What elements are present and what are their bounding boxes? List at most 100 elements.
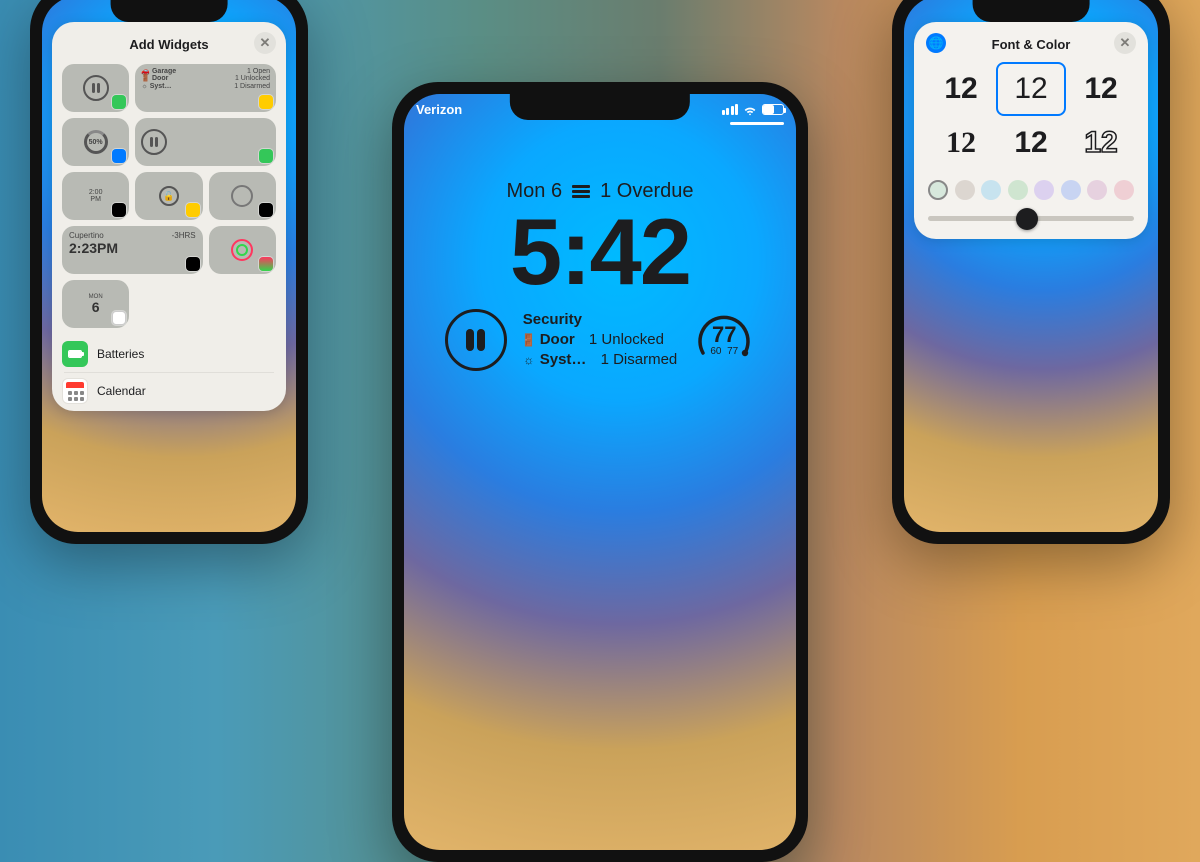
- badge-icon: [186, 203, 200, 217]
- weather-widget[interactable]: 77 60 77: [693, 309, 755, 371]
- home-l3a: ☼ Syst…: [141, 83, 171, 90]
- city-name: Cupertino: [69, 231, 104, 240]
- batteries-app-icon: [62, 341, 88, 367]
- widget-fitness[interactable]: [209, 226, 276, 274]
- panel-header: 🌐 Font & Color ✕: [926, 30, 1136, 58]
- font-option-3[interactable]: 12: [1066, 62, 1136, 116]
- badge-icon: [259, 203, 273, 217]
- weather-arc-icon: [693, 309, 755, 371]
- security-l1b: 1 Unlocked: [589, 330, 664, 350]
- font-option-4[interactable]: 12: [926, 116, 996, 170]
- font-option-2[interactable]: 12: [996, 62, 1066, 116]
- phone-left-screen: Add Widgets ✕ 🚗 Garage1 Open 🚪 Door1 Unl…: [42, 0, 296, 532]
- security-title: Security: [523, 310, 678, 330]
- ring-icon: [231, 185, 253, 207]
- badge-icon: [186, 257, 200, 271]
- carrier-label: Verizon: [416, 102, 462, 117]
- security-l2b: 1 Disarmed: [601, 350, 678, 370]
- airpods-widget[interactable]: [445, 309, 507, 371]
- widget-battery-ring[interactable]: 50%: [62, 118, 129, 166]
- badge-icon: [112, 203, 126, 217]
- app-item-calendar[interactable]: Calendar: [62, 373, 276, 409]
- font-option-1[interactable]: 12: [926, 62, 996, 116]
- battery-icon: [68, 350, 82, 358]
- font-color-panel: 🌐 Font & Color ✕ 12 12 12 12 12 12: [914, 22, 1148, 239]
- wifi-icon: [743, 103, 757, 117]
- airpod-left-icon: [466, 329, 474, 351]
- color-swatch-4[interactable]: [1034, 180, 1054, 200]
- system-icon: ☼: [523, 352, 535, 368]
- color-swatch-6[interactable]: [1087, 180, 1107, 200]
- phone-center: Verizon Mon 6 1 Overdue 5:42 Secu: [392, 82, 808, 862]
- clock-ampm: PM: [89, 196, 103, 203]
- clock-time: 2:00: [89, 189, 103, 196]
- phone-left: Add Widgets ✕ 🚗 Garage1 Open 🚪 Door1 Unl…: [30, 0, 308, 544]
- home-l1b: 1 Open: [247, 68, 270, 75]
- battery-ring-icon: 50%: [84, 130, 108, 154]
- clock-icon: 2:00 PM: [89, 189, 103, 203]
- widget-airpods-long[interactable]: [135, 118, 276, 166]
- stage: Add Widgets ✕ 🚗 Garage1 Open 🚪 Door1 Unl…: [0, 0, 1200, 628]
- widget-home[interactable]: 🚗 Garage1 Open 🚪 Door1 Unlocked ☼ Syst…1…: [135, 64, 276, 112]
- phone-right-screen: 🌐 Font & Color ✕ 12 12 12 12 12 12: [904, 0, 1158, 532]
- font-option-5[interactable]: 12: [996, 116, 1066, 170]
- color-swatch-0[interactable]: [928, 180, 948, 200]
- panel-title: Font & Color: [992, 37, 1071, 52]
- panel-title: Add Widgets: [129, 37, 208, 52]
- phone-right: 🌐 Font & Color ✕ 12 12 12 12 12 12: [892, 0, 1170, 544]
- widget-clock[interactable]: 2:00 PM: [62, 172, 129, 220]
- activity-rings-icon: [231, 239, 253, 261]
- color-swatch-1[interactable]: [955, 180, 975, 200]
- widget-blank1[interactable]: [209, 172, 276, 220]
- badge-icon: [259, 257, 273, 271]
- lock-icon: 🔓: [159, 186, 179, 206]
- color-swatch-5[interactable]: [1061, 180, 1081, 200]
- badge-icon: [112, 95, 126, 109]
- slider-knob[interactable]: [1016, 208, 1038, 230]
- font-option-6[interactable]: 12: [1066, 116, 1136, 170]
- cal-num: 6: [92, 300, 100, 314]
- panel-header: Add Widgets ✕: [62, 30, 276, 58]
- close-icon: ✕: [1120, 35, 1131, 51]
- font-grid: 12 12 12 12 12 12: [926, 62, 1136, 170]
- notch: [111, 0, 228, 22]
- reminders-icon: [572, 185, 590, 198]
- widget-calendar[interactable]: MON 6: [62, 280, 129, 328]
- city-time: 2:23PM: [69, 240, 196, 256]
- app-list: Batteries Calendar: [62, 336, 276, 409]
- app-item-batteries[interactable]: Batteries: [62, 336, 276, 372]
- airpod-right-icon: [477, 329, 485, 351]
- lock-screen-time[interactable]: 5:42: [510, 205, 690, 299]
- color-swatch-2[interactable]: [981, 180, 1001, 200]
- home-l2b: 1 Unlocked: [235, 75, 270, 82]
- widget-row: Security 🚪 Door 1 Unlocked ☼ Syst… 1 Dis…: [445, 309, 756, 371]
- color-row: [926, 180, 1136, 200]
- globe-button[interactable]: 🌐: [926, 33, 946, 53]
- city-offset: -3HRS: [172, 231, 196, 240]
- lock-screen: Verizon Mon 6 1 Overdue 5:42 Secu: [404, 94, 796, 850]
- security-widget[interactable]: Security 🚪 Door 1 Unlocked ☼ Syst… 1 Dis…: [523, 310, 678, 371]
- close-button[interactable]: ✕: [1114, 32, 1136, 54]
- close-icon: ✕: [260, 35, 271, 51]
- close-button[interactable]: ✕: [254, 32, 276, 54]
- widget-airpods[interactable]: [62, 64, 129, 112]
- widget-world-clock[interactable]: Cupertino -3HRS 2:23PM: [62, 226, 203, 274]
- color-swatch-7[interactable]: [1114, 180, 1134, 200]
- security-l2a: Syst…: [540, 350, 587, 370]
- globe-icon: 🌐: [929, 36, 944, 50]
- battery-icon: [762, 104, 784, 115]
- calendar-app-icon: [62, 378, 88, 404]
- add-widgets-panel: Add Widgets ✕ 🚗 Garage1 Open 🚪 Door1 Unl…: [52, 22, 286, 411]
- door-icon: 🚪: [523, 332, 535, 348]
- status-right: [722, 103, 785, 117]
- widget-lock[interactable]: 🔓: [135, 172, 202, 220]
- widget-grid: 🚗 Garage1 Open 🚪 Door1 Unlocked ☼ Syst…1…: [62, 64, 276, 328]
- hue-slider[interactable]: [928, 216, 1134, 221]
- lock-screen-content: Mon 6 1 Overdue 5:42 Security 🚪 Door 1 U…: [404, 94, 796, 850]
- home-l3b: 1 Disarmed: [234, 83, 270, 90]
- cellular-icon: [722, 104, 739, 115]
- security-l1a: Door: [540, 330, 575, 350]
- battery-pct: 50%: [89, 139, 103, 146]
- color-swatch-3[interactable]: [1008, 180, 1028, 200]
- app-label: Calendar: [97, 384, 146, 398]
